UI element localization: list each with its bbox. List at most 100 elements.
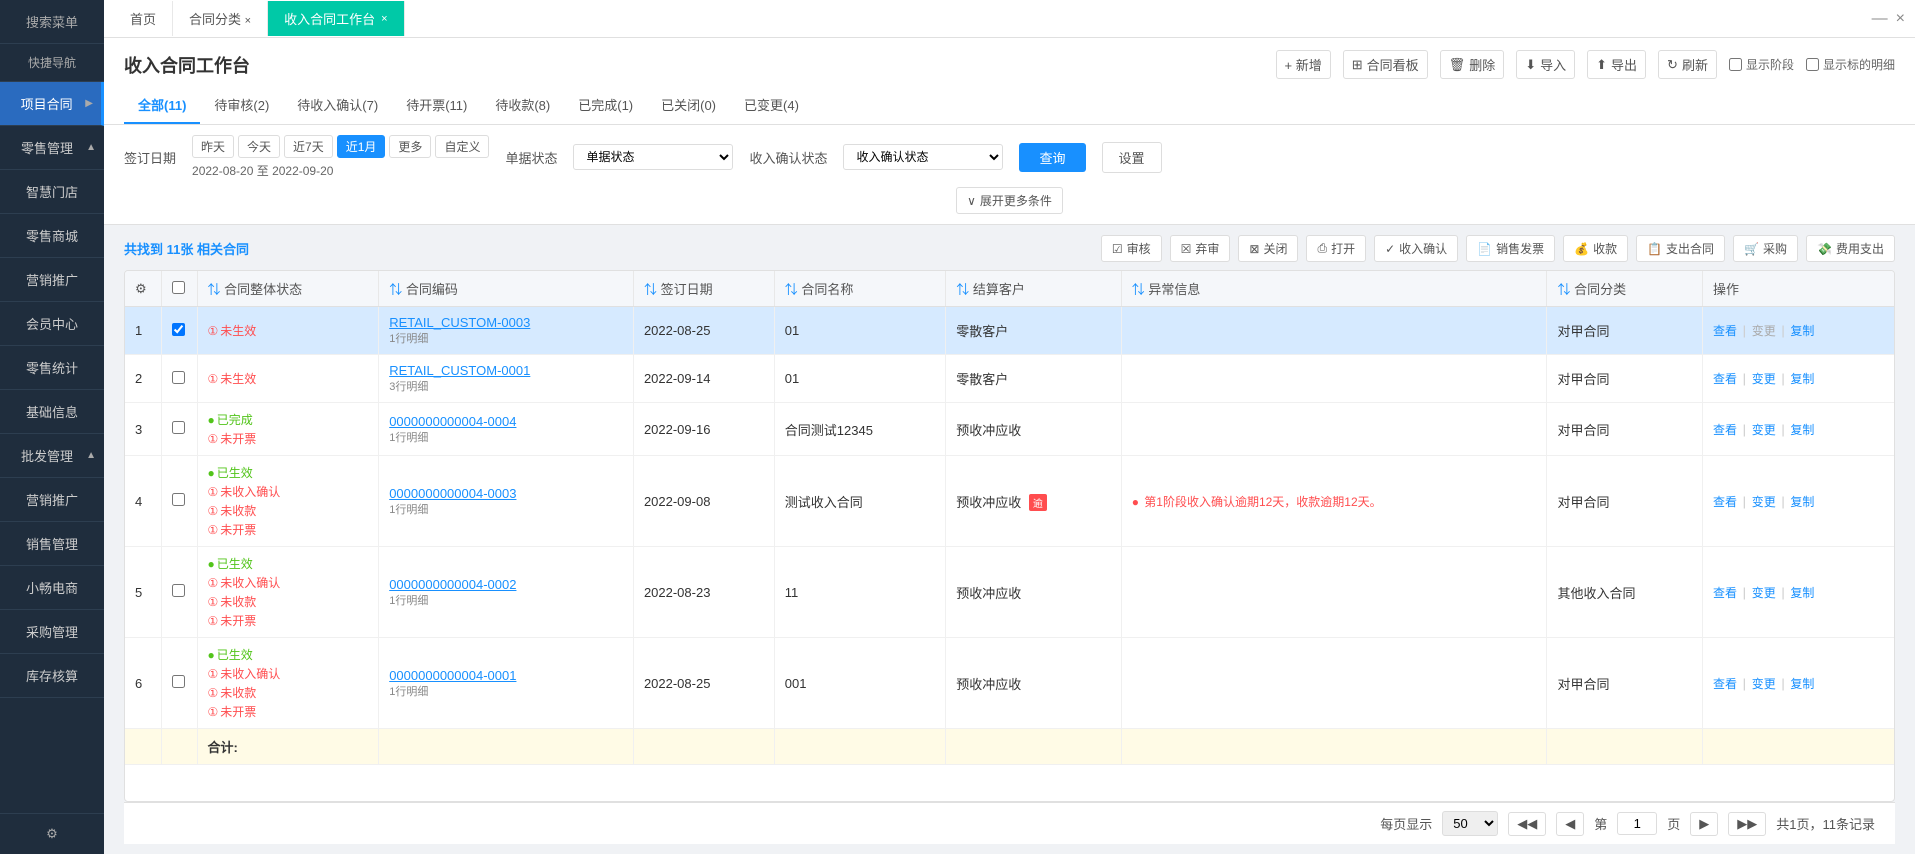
edit-link[interactable]: 变更 [1752, 586, 1776, 600]
refresh-button[interactable]: ↻ 刷新 [1658, 50, 1717, 79]
sidebar-search[interactable]: 搜索菜单 [0, 0, 104, 44]
sidebar-item-smart-store[interactable]: 智慧门店 [0, 170, 104, 214]
sidebar-item-inventory[interactable]: 库存核算 [0, 654, 104, 698]
edit-link[interactable]: 变更 [1752, 495, 1776, 509]
sidebar-settings[interactable]: ⚙ [0, 813, 104, 854]
sidebar-item-project-contract[interactable]: 项目合同 ▶ [0, 82, 104, 126]
sidebar-item-retail-management[interactable]: 零售管理 ▲ [0, 126, 104, 170]
sidebar-item-marketing2[interactable]: 营销推广 [0, 478, 104, 522]
close-button[interactable]: ⊠ 关闭 [1238, 235, 1298, 262]
sub-tab-completed[interactable]: 已完成(1) [564, 87, 647, 124]
view-link[interactable]: 查看 [1713, 372, 1737, 386]
next-page-button[interactable]: ▶ [1690, 812, 1718, 836]
export-button[interactable]: ⬆ 导出 [1587, 50, 1646, 79]
contract-code-link[interactable]: 0000000000004-0003 [389, 486, 623, 501]
view-link[interactable]: 查看 [1713, 586, 1737, 600]
sub-tab-changed[interactable]: 已变更(4) [730, 87, 813, 124]
contract-code-link[interactable]: 0000000000004-0001 [389, 668, 623, 683]
abandon-button[interactable]: ☒ 弃审 [1170, 235, 1231, 262]
sidebar-quick-nav[interactable]: 快捷导航 [0, 44, 104, 82]
sidebar-item-marketing[interactable]: 营销推广 [0, 258, 104, 302]
collect-button[interactable]: 💰 收款 [1563, 235, 1628, 262]
contract-code-link[interactable]: 0000000000004-0002 [389, 577, 623, 592]
kanban-button[interactable]: ⊞ 合同看板 [1343, 50, 1428, 79]
row-checkbox[interactable] [161, 547, 197, 638]
per-page-select[interactable]: 10 20 50 100 [1442, 811, 1498, 836]
view-link[interactable]: 查看 [1713, 677, 1737, 691]
row-checkbox[interactable] [161, 456, 197, 547]
sub-tab-pending-review[interactable]: 待审核(2) [200, 87, 283, 124]
expense-pay-button[interactable]: 💸 费用支出 [1806, 235, 1895, 262]
copy-link[interactable]: 复制 [1790, 423, 1814, 437]
sidebar-item-retail-stats[interactable]: 零售统计 [0, 346, 104, 390]
expense-out-button[interactable]: 📋 支出合同 [1636, 235, 1725, 262]
view-link[interactable]: 查看 [1713, 423, 1737, 437]
audit-button[interactable]: ☑ 审核 [1101, 235, 1162, 262]
contract-code-link[interactable]: RETAIL_CUSTOM-0003 [389, 315, 623, 330]
sub-tab-pending-confirm[interactable]: 待收入确认(7) [283, 87, 392, 124]
edit-link[interactable]: 变更 [1752, 423, 1776, 437]
copy-link[interactable]: 复制 [1790, 677, 1814, 691]
edit-link[interactable]: 变更 [1752, 324, 1776, 338]
delete-button[interactable]: 🗑 删除 [1440, 50, 1505, 79]
tab-contract-category[interactable]: 合同分类 × [173, 1, 268, 36]
tab-close-active-icon[interactable]: × [381, 13, 387, 25]
print-button[interactable]: ⎙ 打开 [1306, 235, 1366, 262]
sub-tab-pending-invoice[interactable]: 待开票(11) [392, 87, 481, 124]
col-settings[interactable]: ⚙ [125, 271, 161, 307]
sidebar-item-retail-mall[interactable]: 零售商城 [0, 214, 104, 258]
row-checkbox[interactable] [161, 403, 197, 456]
sidebar-item-wholesale-mgmt[interactable]: 批发管理 ▲ [0, 434, 104, 478]
sidebar-item-purchase-mgmt[interactable]: 采购管理 [0, 610, 104, 654]
date-btn-last1m[interactable]: 近1月 [337, 135, 386, 158]
sidebar-item-sales-mgmt[interactable]: 销售管理 [0, 522, 104, 566]
filter-setting-button[interactable]: 设置 [1102, 142, 1162, 173]
doc-status-select[interactable]: 单据状态 [573, 144, 733, 170]
income-confirm-select[interactable]: 收入确认状态 [843, 144, 1003, 170]
page-number-input[interactable] [1617, 812, 1657, 835]
edit-link[interactable]: 变更 [1752, 677, 1776, 691]
tab-close-icon[interactable]: × [245, 15, 251, 27]
purchase-button[interactable]: 🛒 采购 [1733, 235, 1798, 262]
date-btn-yesterday[interactable]: 昨天 [192, 135, 234, 158]
row-checkbox[interactable] [161, 638, 197, 729]
tab-home[interactable]: 首页 [114, 1, 173, 36]
view-link[interactable]: 查看 [1713, 495, 1737, 509]
contract-code-link[interactable]: 0000000000004-0004 [389, 414, 623, 429]
contract-code-link[interactable]: RETAIL_CUSTOM-0001 [389, 363, 623, 378]
col-checkbox[interactable] [161, 271, 197, 307]
first-page-button[interactable]: ◀◀ [1508, 812, 1546, 836]
minimize-button[interactable]: — [1872, 10, 1888, 28]
sidebar-item-basic-info[interactable]: 基础信息 [0, 390, 104, 434]
sub-tab-closed[interactable]: 已关闭(0) [647, 87, 730, 124]
sidebar-item-xiaochang-ecom[interactable]: 小畅电商 [0, 566, 104, 610]
tab-income-contract[interactable]: 收入合同工作台 × [268, 1, 404, 36]
expand-conditions-button[interactable]: ∨ 展开更多条件 [956, 187, 1063, 214]
date-btn-last7d[interactable]: 近7天 [284, 135, 333, 158]
edit-link[interactable]: 变更 [1752, 372, 1776, 386]
show-stages-checkbox[interactable]: 显示阶段 [1729, 56, 1794, 73]
sub-tab-all[interactable]: 全部(11) [124, 87, 200, 124]
copy-link[interactable]: 复制 [1790, 372, 1814, 386]
view-link[interactable]: 查看 [1713, 324, 1737, 338]
income-confirm-button[interactable]: ✓ 收入确认 [1374, 235, 1458, 262]
query-button[interactable]: 查询 [1019, 143, 1085, 172]
sales-invoice-button[interactable]: 📄 销售发票 [1466, 235, 1555, 262]
new-button[interactable]: + 新增 [1276, 50, 1331, 79]
row-checkbox[interactable] [161, 355, 197, 403]
copy-link[interactable]: 复制 [1790, 586, 1814, 600]
last-page-button[interactable]: ▶▶ [1728, 812, 1766, 836]
sidebar-item-member-center[interactable]: 会员中心 [0, 302, 104, 346]
copy-link[interactable]: 复制 [1790, 324, 1814, 338]
date-btn-more[interactable]: 更多 [389, 135, 431, 158]
sub-tab-pending-payment[interactable]: 待收款(8) [481, 87, 564, 124]
select-all-checkbox[interactable] [172, 281, 185, 294]
close-button[interactable]: × [1896, 10, 1905, 28]
row-checkbox[interactable] [161, 307, 197, 355]
show-marks-checkbox[interactable]: 显示标的明细 [1806, 56, 1895, 73]
import-button[interactable]: ⬇ 导入 [1516, 50, 1575, 79]
prev-page-button[interactable]: ◀ [1556, 812, 1584, 836]
date-btn-custom[interactable]: 自定义 [435, 135, 489, 158]
date-btn-today[interactable]: 今天 [238, 135, 280, 158]
copy-link[interactable]: 复制 [1790, 495, 1814, 509]
